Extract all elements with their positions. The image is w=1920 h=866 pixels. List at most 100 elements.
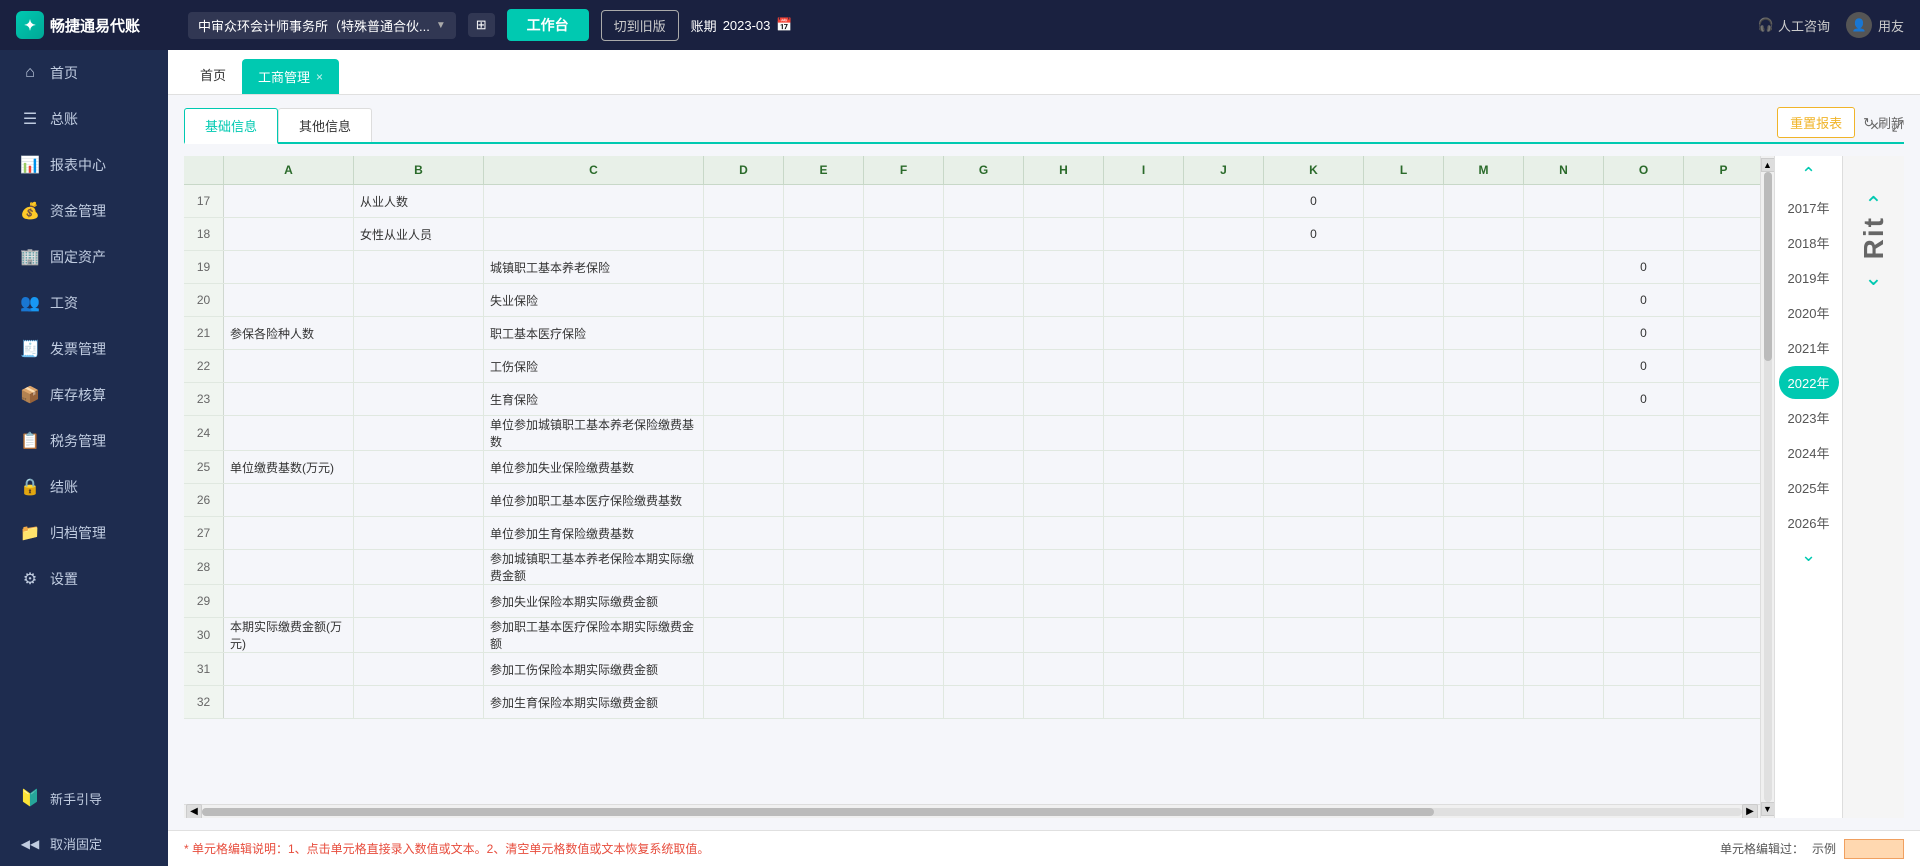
grid-cell[interactable] [1524,550,1604,584]
grid-cell[interactable] [1364,618,1444,652]
horizontal-scrollbar[interactable]: ◀ ▶ [184,804,1760,818]
grid-cell[interactable] [1444,284,1524,316]
grid-cell[interactable] [1604,550,1684,584]
col-header-A[interactable]: A [224,156,354,184]
tab-close-icon[interactable]: × [316,70,323,84]
grid-cell[interactable] [1444,350,1524,382]
sidebar-item-tax[interactable]: 📋 税务管理 [0,418,168,464]
vertical-scrollbar[interactable]: ▲ ▼ [1760,156,1774,818]
col-header-N[interactable]: N [1524,156,1604,184]
company-select[interactable]: 中审众环会计师事务所（特殊普通合伙... ▼ [188,12,456,39]
service-button[interactable]: 🎧 人工咨询 [1758,16,1830,35]
grid-cell[interactable] [224,550,354,584]
grid-cell[interactable] [1364,185,1444,217]
grid-cell[interactable] [1364,317,1444,349]
grid-cell[interactable] [1104,550,1184,584]
year-item[interactable]: 2026年 [1779,506,1839,539]
grid-cell[interactable]: 参加生育保险本期实际缴费金额 [484,686,704,718]
grid-cell[interactable] [1604,517,1684,549]
year-down-arrow[interactable]: ⌄ [1797,541,1820,570]
grid-cell[interactable] [1264,251,1364,283]
grid-cell[interactable] [1364,383,1444,415]
sub-tab-other[interactable]: 其他信息 [278,108,372,142]
grid-cell[interactable]: 参加城镇职工基本养老保险本期实际缴费金额 [484,550,704,584]
grid-cell[interactable]: 职工基本医疗保险 [484,317,704,349]
grid-cell[interactable] [704,686,784,718]
grid-cell[interactable] [1524,451,1604,483]
grid-cell[interactable] [1104,350,1184,382]
grid-cell[interactable] [864,517,944,549]
grid-cell[interactable] [1684,451,1760,483]
grid-cell[interactable] [1184,585,1264,617]
user-area[interactable]: 👤 用友 [1846,12,1904,38]
grid-cell[interactable] [1024,251,1104,283]
grid-cell[interactable] [1264,284,1364,316]
grid-cell[interactable] [864,416,944,450]
grid-cell[interactable] [1524,416,1604,450]
grid-cell[interactable] [1264,451,1364,483]
col-header-L[interactable]: L [1364,156,1444,184]
grid-cell[interactable] [1184,618,1264,652]
grid-cell[interactable] [224,218,354,250]
grid-cell[interactable] [1024,416,1104,450]
col-header-B[interactable]: B [354,156,484,184]
grid-cell[interactable] [784,284,864,316]
grid-cell[interactable] [1444,653,1524,685]
grid-cell[interactable] [1364,550,1444,584]
grid-cell[interactable] [1684,618,1760,652]
year-item[interactable]: 2020年 [1779,296,1839,329]
grid-cell[interactable]: 参加职工基本医疗保险本期实际缴费金额 [484,618,704,652]
grid-cell[interactable] [224,653,354,685]
grid-cell[interactable] [1364,484,1444,516]
grid-cell[interactable] [1604,185,1684,217]
grid-cell[interactable] [1184,218,1264,250]
grid-cell[interactable] [944,451,1024,483]
grid-cell[interactable] [1264,517,1364,549]
grid-cell[interactable] [1024,317,1104,349]
grid-cell[interactable] [1104,251,1184,283]
grid-cell[interactable] [944,653,1024,685]
grid-cell[interactable] [1364,653,1444,685]
panel-down-arrow[interactable]: ⌄ [1864,267,1882,289]
grid-cell[interactable] [1364,251,1444,283]
grid-cell[interactable] [1684,251,1760,283]
grid-cell[interactable] [864,317,944,349]
grid-cell[interactable]: 单位缴费基数(万元) [224,451,354,483]
tab-home[interactable]: 首页 [184,57,242,94]
grid-cell[interactable] [1524,585,1604,617]
grid-cell[interactable] [1684,653,1760,685]
grid-cell[interactable] [1104,383,1184,415]
grid-cell[interactable] [704,618,784,652]
grid-cell[interactable] [864,383,944,415]
grid-cell[interactable] [704,484,784,516]
grid-cell[interactable] [1264,416,1364,450]
grid-cell[interactable]: 0 [1264,218,1364,250]
col-header-E[interactable]: E [784,156,864,184]
grid-cell[interactable] [224,185,354,217]
grid-cell[interactable] [704,416,784,450]
grid-cell[interactable] [944,317,1024,349]
grid-cell[interactable] [1684,284,1760,316]
h-scroll-left-btn[interactable]: ◀ [186,804,202,819]
grid-cell[interactable] [1604,484,1684,516]
col-header-H[interactable]: H [1024,156,1104,184]
grid-cell[interactable] [354,585,484,617]
grid-cell[interactable] [704,517,784,549]
grid-cell[interactable] [864,653,944,685]
grid-cell[interactable] [784,653,864,685]
col-header-K[interactable]: K [1264,156,1364,184]
grid-cell[interactable] [704,350,784,382]
grid-cell[interactable] [354,653,484,685]
grid-cell[interactable] [224,284,354,316]
grid-cell[interactable]: 单位参加职工基本医疗保险缴费基数 [484,484,704,516]
grid-cell[interactable] [704,218,784,250]
grid-cell[interactable] [1364,585,1444,617]
grid-cell[interactable]: 单位参加生育保险缴费基数 [484,517,704,549]
h-scroll-right-btn[interactable]: ▶ [1742,804,1758,819]
grid-cell[interactable] [354,484,484,516]
grid-cell[interactable] [784,251,864,283]
grid-cell[interactable] [1104,484,1184,516]
grid-cell[interactable] [864,350,944,382]
grid-cell[interactable] [864,185,944,217]
grid-cell[interactable] [864,585,944,617]
